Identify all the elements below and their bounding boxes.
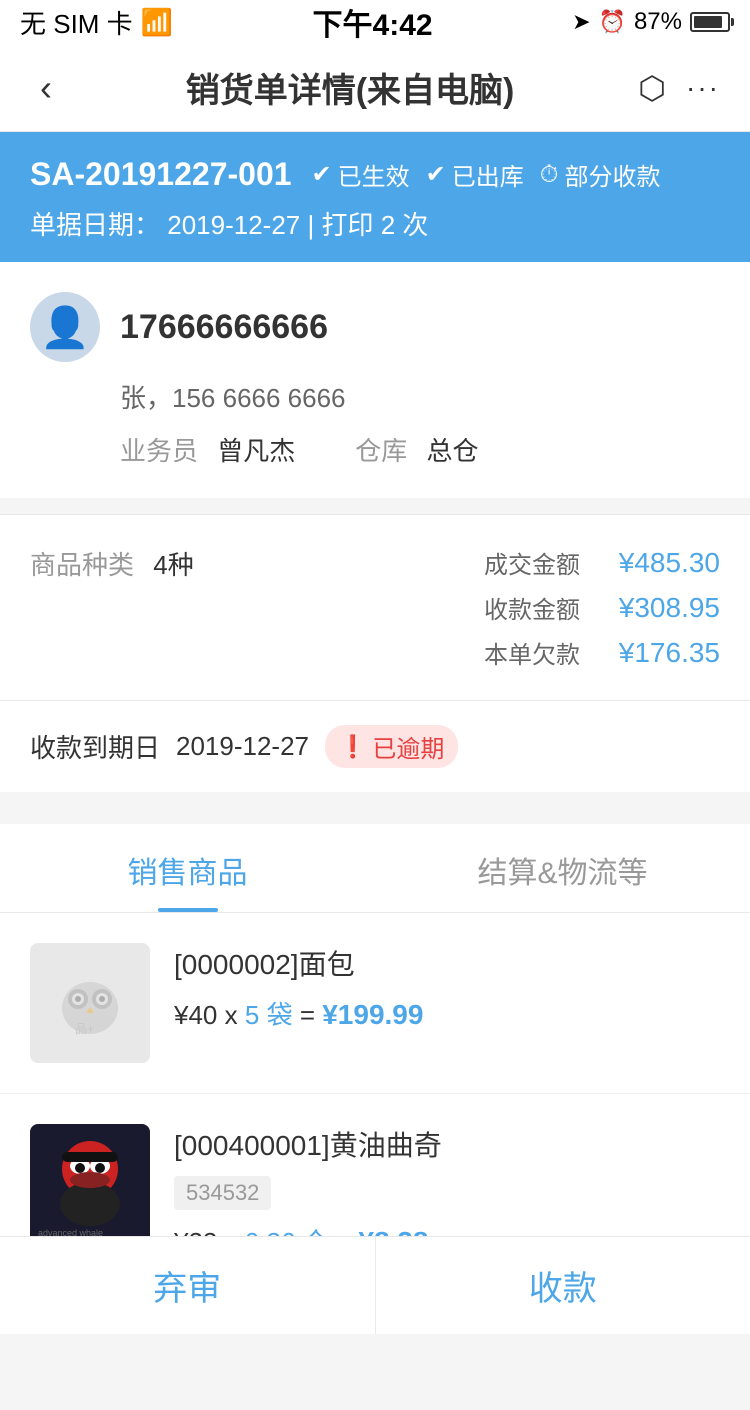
amount-value: ¥485.30 bbox=[600, 547, 720, 579]
owed-item: 本单欠款 ¥176.35 bbox=[484, 635, 720, 670]
sales-label: 业务员 bbox=[120, 436, 198, 466]
customer-meta: 业务员 曾凡杰 仓库 总仓 bbox=[120, 431, 720, 468]
warehouse-label: 仓库 bbox=[355, 436, 407, 466]
share-icon[interactable]: ⬡ bbox=[638, 69, 666, 107]
overdue-badge: ❗ 已逾期 bbox=[325, 725, 458, 768]
avatar-icon: 👤 bbox=[40, 304, 90, 351]
product-list: 品+ [0000002]面包 ¥40 x 5 袋 = ¥199.99 bbox=[0, 913, 750, 1290]
alarm-icon: ⏰ bbox=[599, 9, 626, 35]
stats-section: 商品种类 4种 成交金额 ¥485.30 收款金额 ¥308.95 本单欠款 ¥… bbox=[0, 515, 750, 700]
received-label: 收款金额 bbox=[484, 590, 580, 625]
product-sku-2: 534532 bbox=[174, 1176, 271, 1210]
tabs-bar: 销售商品 结算&物流等 bbox=[0, 824, 750, 913]
battery-icon bbox=[690, 12, 730, 32]
product-info-1: [0000002]面包 ¥40 x 5 袋 = ¥199.99 bbox=[174, 943, 720, 1032]
wifi-icon: 📶 bbox=[141, 7, 173, 38]
product-name-1: [0000002]面包 bbox=[174, 943, 720, 983]
product-name-2: [000400001]黄油曲奇 bbox=[174, 1124, 720, 1164]
product-thumbnail-2: advanced whale bbox=[30, 1124, 150, 1244]
warehouse-value: 总仓 bbox=[427, 436, 479, 466]
page-title: 销货单详情(来自电脑) bbox=[186, 63, 515, 112]
status-badge-1: ✔ 已生效 bbox=[312, 157, 410, 192]
nav-bar: ‹ 销货单详情(来自电脑) ⬡ ··· bbox=[0, 44, 750, 132]
collect-payment-button[interactable]: 收款 bbox=[376, 1237, 750, 1334]
svg-text:品+: 品+ bbox=[75, 1022, 94, 1036]
stats-left: 商品种类 4种 bbox=[30, 545, 194, 582]
reject-review-button[interactable]: 弃审 bbox=[0, 1237, 376, 1334]
sales-person: 业务员 曾凡杰 bbox=[120, 431, 295, 468]
overdue-text: 已逾期 bbox=[372, 729, 444, 764]
due-date-section: 收款到期日 2019-12-27 ❗ 已逾期 bbox=[0, 701, 750, 792]
due-value: 2019-12-27 bbox=[176, 731, 309, 762]
carrier-text: 无 SIM 卡 bbox=[20, 4, 133, 41]
overdue-icon: ❗ bbox=[339, 734, 366, 760]
received-item: 收款金额 ¥308.95 bbox=[484, 590, 720, 625]
location-icon: ➤ bbox=[572, 9, 590, 35]
more-icon[interactable]: ··· bbox=[686, 72, 720, 104]
amount-label: 成交金额 bbox=[484, 545, 580, 580]
owed-value: ¥176.35 bbox=[600, 637, 720, 669]
check-icon-1: ✔ bbox=[312, 160, 332, 189]
nav-actions: ⬡ ··· bbox=[638, 69, 720, 107]
status-badge-2: ✔ 已出库 bbox=[426, 157, 524, 192]
status-right: ➤ ⏰ 87% bbox=[572, 8, 730, 36]
status-badge-3: ⏱ 部分收款 bbox=[540, 157, 661, 192]
header-card: SA-20191227-001 ✔ 已生效 ✔ 已出库 ⏱ 部分收款 单据日期：… bbox=[0, 132, 750, 262]
battery-text: 87% bbox=[634, 8, 682, 36]
back-button[interactable]: ‹ bbox=[30, 57, 62, 119]
amount-item: 成交金额 ¥485.30 bbox=[484, 545, 720, 580]
product-thumbnail-1: 品+ bbox=[30, 943, 150, 1063]
received-value: ¥308.95 bbox=[600, 592, 720, 624]
product-qty-1: 5 bbox=[245, 1000, 259, 1030]
clock-icon: ⏱ bbox=[540, 161, 559, 189]
sales-value: 曾凡杰 bbox=[217, 436, 295, 466]
bottom-bar: 弃审 收款 bbox=[0, 1236, 750, 1334]
product-unit-1: 袋 bbox=[267, 1000, 293, 1030]
due-label: 收款到期日 bbox=[30, 728, 160, 765]
product-total-1: ¥199.99 bbox=[322, 999, 423, 1030]
tab-settlement[interactable]: 结算&物流等 bbox=[375, 824, 750, 912]
category-label: 商品种类 bbox=[30, 550, 134, 580]
header-date-row: 单据日期： 2019-12-27 | 打印 2 次 bbox=[30, 205, 720, 242]
check-icon-2: ✔ bbox=[426, 160, 446, 189]
status-left: 无 SIM 卡 📶 bbox=[20, 4, 173, 41]
status-bar: 无 SIM 卡 📶 下午4:42 ➤ ⏰ 87% bbox=[0, 0, 750, 44]
product-price-row-1: ¥40 x 5 袋 = ¥199.99 bbox=[174, 995, 720, 1032]
customer-section: 👤 17666666666 张，156 6666 6666 业务员 曾凡杰 仓库… bbox=[0, 262, 750, 498]
customer-name-detail: 张，156 6666 6666 bbox=[120, 378, 720, 415]
product-image-2: advanced whale bbox=[30, 1124, 150, 1244]
avatar: 👤 bbox=[30, 292, 100, 362]
owed-label: 本单欠款 bbox=[484, 635, 580, 670]
table-row: 品+ [0000002]面包 ¥40 x 5 袋 = ¥199.99 bbox=[0, 913, 750, 1094]
customer-phone: 17666666666 bbox=[120, 308, 328, 347]
category-value: 4种 bbox=[153, 550, 193, 580]
status-time: 下午4:42 bbox=[313, 0, 433, 44]
owl-icon: 品+ bbox=[50, 963, 130, 1043]
stats-right: 成交金额 ¥485.30 收款金额 ¥308.95 本单欠款 ¥176.35 bbox=[484, 545, 720, 670]
order-id: SA-20191227-001 bbox=[30, 156, 292, 193]
warehouse: 仓库 总仓 bbox=[355, 431, 478, 468]
tab-sales-products[interactable]: 销售商品 bbox=[0, 824, 375, 912]
